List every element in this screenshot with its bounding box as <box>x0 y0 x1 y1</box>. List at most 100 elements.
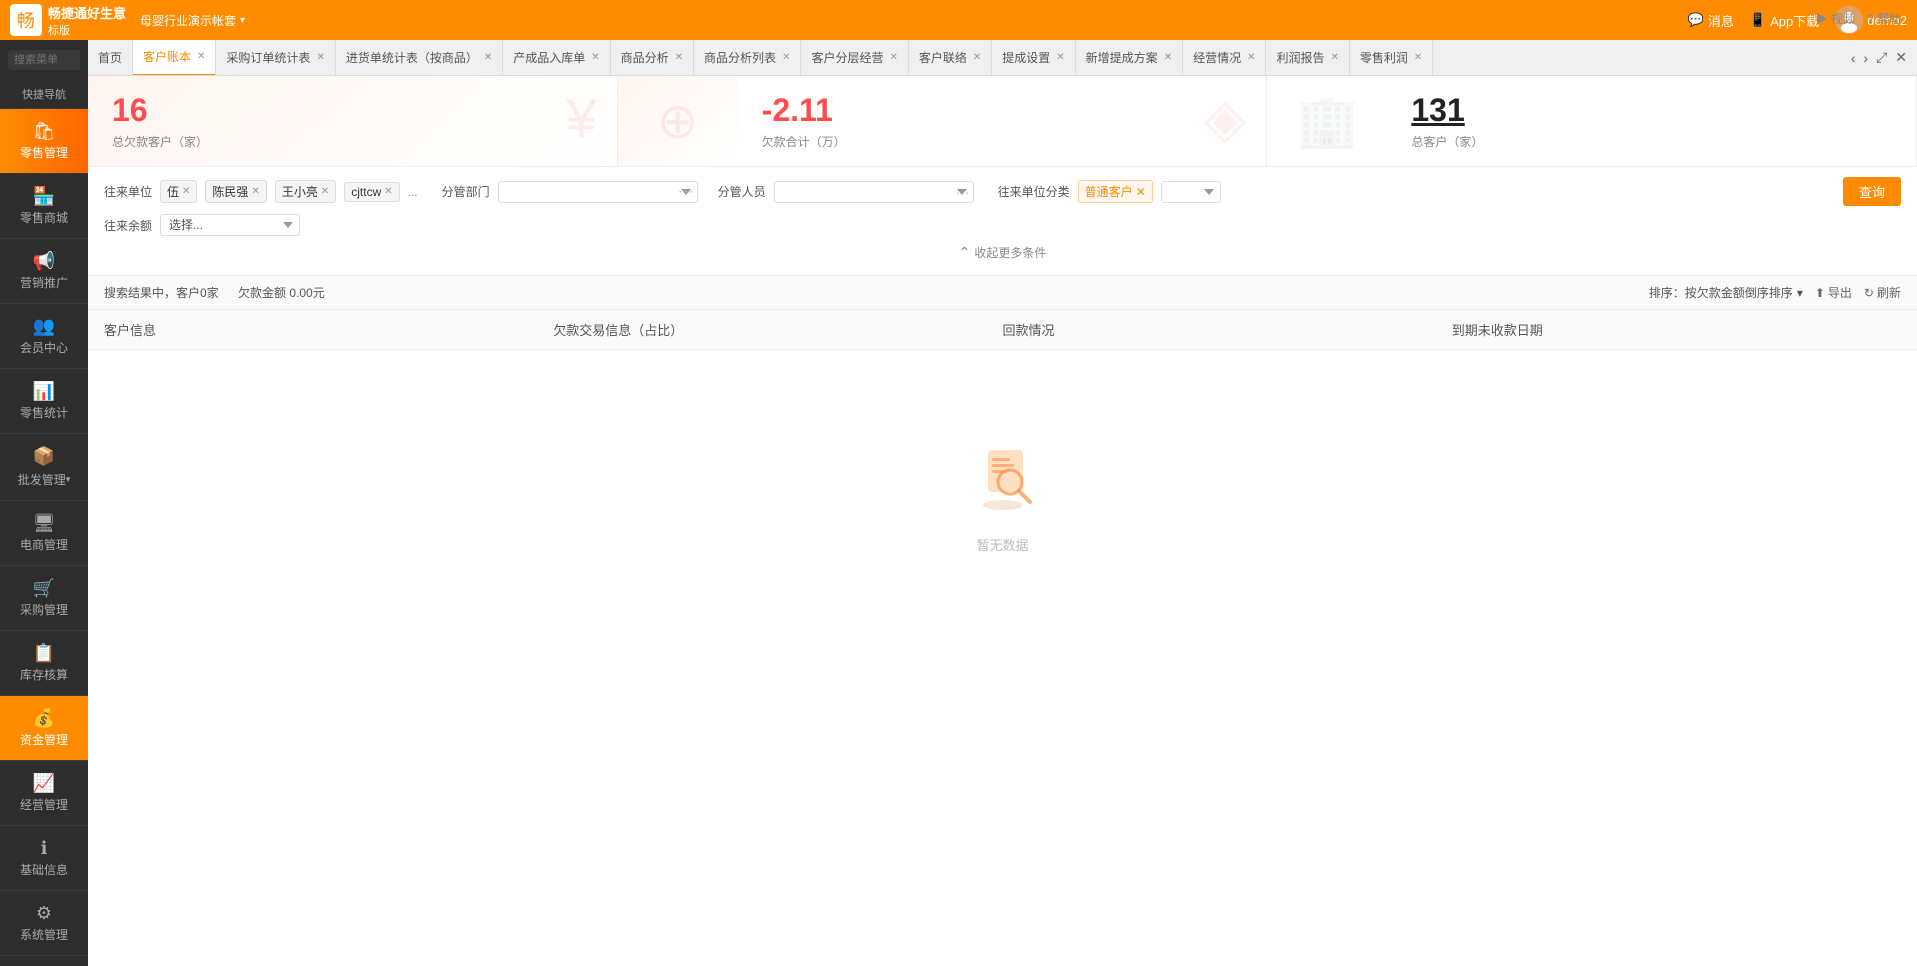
message-btn[interactable]: 💬 消息 <box>1688 11 1734 30</box>
app-download-btn[interactable]: 📱 App下载 <box>1750 11 1819 30</box>
tab-boost-settings[interactable]: 提成设置 ✕ <box>992 40 1075 76</box>
tab-scroll-right[interactable]: › <box>1861 48 1870 68</box>
phone-icon: 📱 <box>1750 12 1766 28</box>
table-col-repay: 回款情况 <box>1003 320 1452 339</box>
tab-boost-settings-close[interactable]: ✕ <box>1056 52 1064 63</box>
filter-more-units[interactable]: ... <box>408 185 418 199</box>
sidebar-item-purchase[interactable]: 🛒 采购管理 <box>0 566 88 631</box>
dept-filter-select[interactable] <box>498 181 698 203</box>
tab-scroll-left[interactable]: ‹ <box>1849 48 1858 68</box>
dept-filter-clear[interactable]: ··· <box>678 183 694 201</box>
filter-tag-customer-type-remove[interactable]: ✕ <box>1136 185 1146 199</box>
sidebar-item-finance[interactable]: 💰 资金管理 <box>0 696 88 761</box>
filter-tag-cjttcw-label: cjttcw <box>351 185 381 199</box>
tab-customer-tier[interactable]: 客户分层经营 ✕ <box>801 40 908 76</box>
filter-tag-wu-label: 伍 <box>167 183 179 200</box>
account-selector-arrow[interactable]: ▾ <box>240 15 245 26</box>
retail-label: 零售管理 <box>4 144 84 161</box>
refresh-label: 刷新 <box>1877 284 1901 301</box>
tab-product-analysis-list[interactable]: 商品分析列表 ✕ <box>694 40 801 76</box>
tab-business-status-close[interactable]: ✕ <box>1247 52 1255 63</box>
filter-tag-wang-remove[interactable]: ✕ <box>321 186 329 197</box>
tab-profit-report[interactable]: 利润报告 ✕ <box>1266 40 1349 76</box>
tab-home[interactable]: 首页 <box>88 40 133 76</box>
query-button[interactable]: 查询 <box>1843 177 1901 206</box>
sidebar-item-ecommerce[interactable]: 🖥 电商管理 <box>0 501 88 566</box>
sidebar-item-operations[interactable]: 📈 经营管理 <box>0 761 88 826</box>
sidebar-item-enterprise[interactable]: 🤝 企业协同 <box>0 956 88 966</box>
retail-mall-label: 零售商城 <box>4 209 84 226</box>
refresh-btn[interactable]: ↻ 刷新 <box>1864 284 1901 301</box>
empty-icon <box>958 430 1048 523</box>
export-btn[interactable]: ⬆ 导出 <box>1815 284 1852 301</box>
retail-stat-label: 零售统计 <box>4 404 84 421</box>
filter-tag-customer-type: 普通客户 ✕ <box>1078 180 1153 203</box>
tab-customer-contact-close[interactable]: ✕ <box>973 52 981 63</box>
logo-title: 畅捷通好生意 <box>48 3 126 22</box>
sort-selector[interactable]: 排序：按欠款金额倒序排序 ▾ <box>1649 284 1803 301</box>
account-selector-label[interactable]: 母婴行业演示帐套 <box>140 12 236 29</box>
refresh-icon: ↻ <box>1864 286 1874 300</box>
sidebar-item-retail[interactable]: 🛍 零售管理 <box>0 109 88 174</box>
tab-new-boost[interactable]: 新增提成方案 ✕ <box>1076 40 1183 76</box>
empty-state: 暂无数据 <box>88 350 1917 634</box>
tab-new-boost-close[interactable]: ✕ <box>1164 52 1172 63</box>
tab-customer-contact[interactable]: 客户联络 ✕ <box>909 40 992 76</box>
tab-customer-tier-close[interactable]: ✕ <box>889 52 897 63</box>
classification-filter-select[interactable] <box>1161 181 1221 203</box>
tab-home-label: 首页 <box>98 49 122 66</box>
filter-tag-chen: 陈民强 ✕ <box>205 180 266 203</box>
tab-close-all[interactable]: ✕ <box>1893 47 1909 68</box>
tab-maximize[interactable]: ⤢ <box>1874 47 1889 68</box>
filter-area: 往来单位 伍 ✕ 陈民强 ✕ 王小亮 ✕ <box>88 167 1917 276</box>
sidebar-item-member[interactable]: 👥 会员中心 <box>0 304 88 369</box>
tab-inbound-stat-close[interactable]: ✕ <box>484 52 492 63</box>
tab-product-analysis-list-close[interactable]: ✕ <box>782 52 790 63</box>
sidebar-item-retail-mall[interactable]: 🏪 零售商城 <box>0 174 88 239</box>
tab-retail-profit[interactable]: 零售利润 ✕ <box>1350 40 1433 76</box>
sidebar-item-marketing[interactable]: 📢 营销推广 <box>0 239 88 304</box>
filter-tag-chen-remove[interactable]: ✕ <box>251 186 259 197</box>
tab-retail-profit-close[interactable]: ✕ <box>1414 52 1422 63</box>
sidebar-search-input[interactable] <box>8 50 80 70</box>
tab-inbound-stat[interactable]: 进货单统计表（按商品） ✕ <box>336 40 503 76</box>
sidebar-item-batch[interactable]: 📦 批发管理 ▾ <box>0 434 88 501</box>
sidebar-item-quick-nav[interactable]: 快捷导航 <box>0 80 88 109</box>
tab-purchase-order-close[interactable]: ✕ <box>316 52 324 63</box>
sidebar-item-basic[interactable]: ℹ 基础信息 <box>0 826 88 891</box>
tab-produce-inbound-close[interactable]: ✕ <box>591 52 599 63</box>
balance-filter-select[interactable]: 选择... <box>160 214 300 236</box>
filter-tag-cjttcw-remove[interactable]: ✕ <box>384 186 392 197</box>
tab-product-analysis[interactable]: 商品分析 ✕ <box>611 40 694 76</box>
sidebar-item-retail-stat[interactable]: 📊 零售统计 <box>0 369 88 434</box>
tab-produce-inbound[interactable]: 产成品入库单 ✕ <box>503 40 610 76</box>
stat-card2-bg: ◈ <box>1204 86 1246 150</box>
person-filter-more[interactable]: ··· <box>956 184 970 200</box>
filter-row-1: 往来单位 伍 ✕ 陈民强 ✕ 王小亮 ✕ <box>104 177 1901 206</box>
purchase-label: 采购管理 <box>4 601 84 618</box>
tab-customer-balance[interactable]: 客户账本 ✕ <box>133 40 216 76</box>
tab-business-status[interactable]: 经营情况 ✕ <box>1183 40 1266 76</box>
filter-tag-wang: 王小亮 ✕ <box>275 180 336 203</box>
member-label: 会员中心 <box>4 339 84 356</box>
tab-actions: ‹ › ⤢ ✕ <box>1841 47 1917 68</box>
tab-customer-balance-close[interactable]: ✕ <box>197 51 205 62</box>
results-summary-area: 搜索结果中，客户0家 欠款金额 0.00元 <box>104 284 325 301</box>
stat-total-debtors-label: 总欠款客户（家） <box>112 133 593 150</box>
person-filter-select[interactable] <box>774 181 974 203</box>
collapse-btn[interactable]: 收起更多条件 <box>959 244 1047 261</box>
filter-tag-wu-remove[interactable]: ✕ <box>182 186 190 197</box>
tab-profit-report-label: 利润报告 <box>1276 49 1324 66</box>
inventory-label: 库存核算 <box>4 666 84 683</box>
tab-profit-report-close[interactable]: ✕ <box>1331 52 1339 63</box>
tab-product-analysis-close[interactable]: ✕ <box>675 52 683 63</box>
table-header: 客户信息 欠款交易信息（占比） 回款情况 到期未收款日期 <box>88 310 1917 350</box>
sys-label: 系统管理 <box>4 926 84 943</box>
stat-card-debt-amount: ◈ -2.11 欠款合计（万） <box>738 76 1268 166</box>
sidebar-item-inventory[interactable]: 📋 库存核算 <box>0 631 88 696</box>
tab-purchase-order[interactable]: 采购订单统计表 ✕ <box>216 40 335 76</box>
results-amount: 欠款金额 0.00元 <box>238 286 325 300</box>
purchase-icon: 🛒 <box>4 578 84 599</box>
stat-divider1: ⊕ <box>618 76 738 166</box>
sidebar-item-sys[interactable]: ⚙ 系统管理 <box>0 891 88 956</box>
